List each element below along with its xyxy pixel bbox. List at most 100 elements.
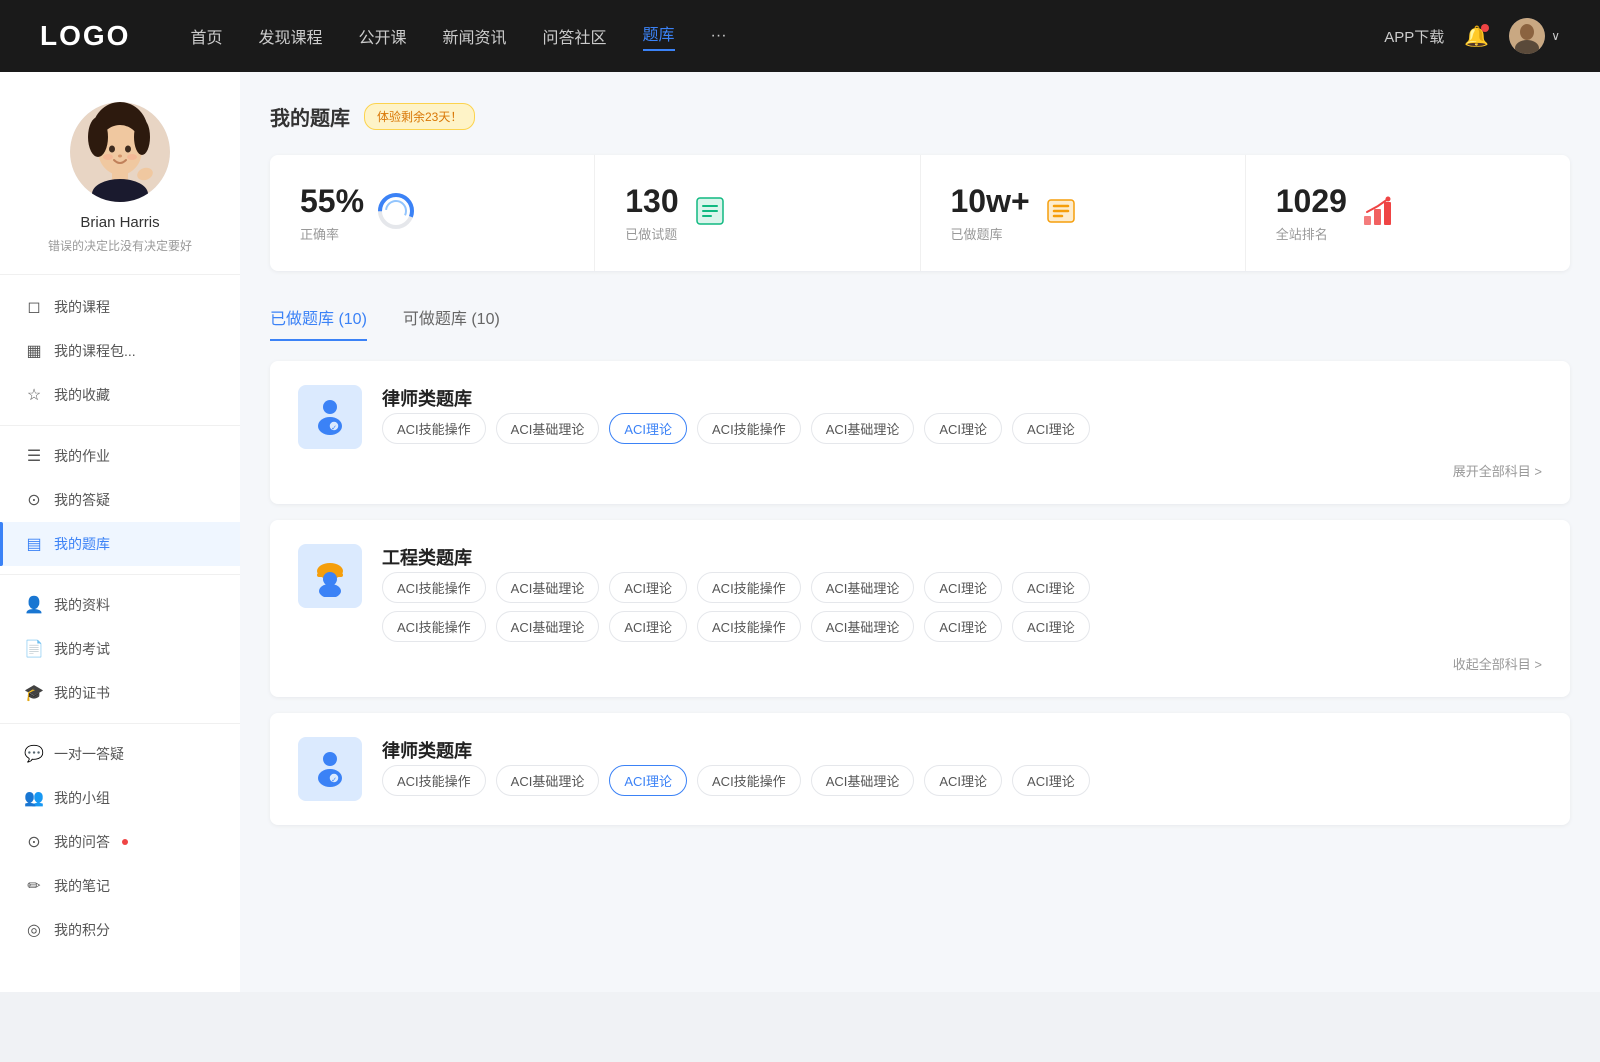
- l2-tag-4[interactable]: ACI基础理论: [811, 765, 915, 796]
- menu-divider-3: [0, 723, 240, 724]
- l2-tag-2-active[interactable]: ACI理论: [609, 765, 687, 796]
- eng-tag-r2-5[interactable]: ACI理论: [924, 611, 1002, 642]
- sidebar-item-homework[interactable]: ☰ 我的作业: [0, 434, 240, 478]
- tag-0[interactable]: ACI技能操作: [382, 413, 486, 444]
- nav-open-course[interactable]: 公开课: [358, 24, 406, 48]
- l2-tag-0[interactable]: ACI技能操作: [382, 765, 486, 796]
- my-course-icon: ◻: [24, 297, 44, 317]
- questions-badge: [122, 839, 128, 845]
- sidebar-menu: ◻ 我的课程 ▦ 我的课程包... ☆ 我的收藏 ☰ 我的作业 ⊙ 我的答疑 ▤: [0, 275, 240, 962]
- eng-tag-r2-6[interactable]: ACI理论: [1012, 611, 1090, 642]
- notification-bell[interactable]: 🔔: [1464, 24, 1489, 49]
- nav-more[interactable]: ···: [711, 27, 727, 45]
- sidebar-item-notes[interactable]: ✏ 我的笔记: [0, 864, 240, 908]
- sidebar-item-group[interactable]: 👥 我的小组: [0, 776, 240, 820]
- nav-news[interactable]: 新闻资讯: [443, 24, 507, 48]
- stat-banks-done: 10w+ 已做题库: [921, 155, 1246, 271]
- user-avatar-menu[interactable]: ∨: [1509, 18, 1560, 54]
- logo: LOGO: [40, 20, 130, 52]
- tabs-row: 已做题库 (10) 可做题库 (10): [270, 295, 1570, 341]
- homework-label: 我的作业: [54, 446, 110, 466]
- group-label: 我的小组: [54, 788, 110, 808]
- tag-1[interactable]: ACI基础理论: [496, 413, 600, 444]
- eng-tag-r2-4[interactable]: ACI基础理论: [811, 611, 915, 642]
- questions-label: 我的问答: [54, 832, 110, 852]
- nav-home[interactable]: 首页: [190, 24, 222, 48]
- questions-done-label: 已做试题: [625, 224, 678, 243]
- tab-todo[interactable]: 可做题库 (10): [403, 295, 500, 341]
- l2-tag-6[interactable]: ACI理论: [1012, 765, 1090, 796]
- page-header: 我的题库 体验剩余23天！: [270, 102, 1570, 131]
- qbank-engineer-title: 工程类题库: [382, 544, 1542, 570]
- qbank-lawyer-2-tags: ACI技能操作 ACI基础理论 ACI理论 ACI技能操作 ACI基础理论 AC…: [382, 765, 1542, 796]
- qbank-card-engineer: 工程类题库 ACI技能操作 ACI基础理论 ACI理论 ACI技能操作 ACI基…: [270, 520, 1570, 697]
- main-content: 我的题库 体验剩余23天！ 55% 正确率: [240, 72, 1600, 992]
- sidebar-item-my-collection[interactable]: ☆ 我的收藏: [0, 373, 240, 417]
- sidebar-item-profile[interactable]: 👤 我的资料: [0, 583, 240, 627]
- expand-link-1[interactable]: 展开全部科目 >: [1453, 461, 1542, 480]
- sidebar: Brian Harris 错误的决定比没有决定要好 ◻ 我的课程 ▦ 我的课程包…: [0, 72, 240, 992]
- 1on1-icon: 💬: [24, 744, 44, 764]
- sidebar-item-exam[interactable]: 📄 我的考试: [0, 627, 240, 671]
- nav-qbank[interactable]: 题库: [643, 21, 675, 51]
- eng-tag-5[interactable]: ACI理论: [924, 572, 1002, 603]
- profile-avatar: [70, 102, 170, 202]
- certificate-icon: 🎓: [24, 683, 44, 703]
- qbank-card-lawyer-1: ✓ 律师类题库 ACI技能操作 ACI基础理论 ACI理论 ACI技能操作 AC…: [270, 361, 1570, 504]
- l2-tag-1[interactable]: ACI基础理论: [496, 765, 600, 796]
- qbank-engineer-tags-row1: ACI技能操作 ACI基础理论 ACI理论 ACI技能操作 ACI基础理论 AC…: [382, 572, 1542, 603]
- qbank-lawyer-icon: ✓: [298, 385, 362, 449]
- tag-3[interactable]: ACI技能操作: [697, 413, 801, 444]
- certificate-label: 我的证书: [54, 683, 110, 703]
- l2-tag-5[interactable]: ACI理论: [924, 765, 1002, 796]
- sidebar-item-qbank[interactable]: ▤ 我的题库: [0, 522, 240, 566]
- eng-tag-3[interactable]: ACI技能操作: [697, 572, 801, 603]
- rank-label: 全站排名: [1276, 224, 1347, 243]
- page-title: 我的题库: [270, 102, 350, 131]
- sidebar-item-my-course[interactable]: ◻ 我的课程: [0, 285, 240, 329]
- eng-tag-r2-0[interactable]: ACI技能操作: [382, 611, 486, 642]
- eng-tag-1[interactable]: ACI基础理论: [496, 572, 600, 603]
- qbank-engineer-icon: [298, 544, 362, 608]
- sidebar-item-1on1[interactable]: 💬 一对一答疑: [0, 732, 240, 776]
- tag-4[interactable]: ACI基础理论: [811, 413, 915, 444]
- qbank-engineer-tags-row2: ACI技能操作 ACI基础理论 ACI理论 ACI技能操作 ACI基础理论 AC…: [382, 611, 1542, 642]
- tag-6[interactable]: ACI理论: [1012, 413, 1090, 444]
- points-icon: ◎: [24, 920, 44, 940]
- accuracy-value: 55%: [300, 183, 364, 220]
- qa-icon: ⊙: [24, 490, 44, 510]
- svg-text:✓: ✓: [331, 777, 337, 784]
- tag-5[interactable]: ACI理论: [924, 413, 1002, 444]
- profile-motto: 错误的决定比没有决定要好: [48, 237, 192, 254]
- eng-tag-0[interactable]: ACI技能操作: [382, 572, 486, 603]
- sidebar-item-my-qa[interactable]: ⊙ 我的答疑: [0, 478, 240, 522]
- nav-discover[interactable]: 发现课程: [258, 24, 322, 48]
- tab-done[interactable]: 已做题库 (10): [270, 295, 367, 341]
- sidebar-item-my-course-pack[interactable]: ▦ 我的课程包...: [0, 329, 240, 373]
- sidebar-item-my-questions[interactable]: ⊙ 我的问答: [0, 820, 240, 864]
- accuracy-label: 正确率: [300, 224, 364, 243]
- eng-tag-2[interactable]: ACI理论: [609, 572, 687, 603]
- app-download-link[interactable]: APP下载: [1384, 26, 1444, 47]
- profile-icon: 👤: [24, 595, 44, 615]
- navbar-right: APP下载 🔔 ∨: [1384, 18, 1560, 54]
- collection-label: 我的收藏: [54, 385, 110, 405]
- tag-2-active[interactable]: ACI理论: [609, 413, 687, 444]
- nav-qa[interactable]: 问答社区: [543, 24, 607, 48]
- svg-text:✓: ✓: [331, 425, 337, 432]
- collapse-link[interactable]: 收起全部科目 >: [1453, 654, 1542, 673]
- eng-tag-4[interactable]: ACI基础理论: [811, 572, 915, 603]
- banks-done-value: 10w+: [951, 183, 1030, 220]
- points-label: 我的积分: [54, 920, 110, 940]
- eng-tag-r2-2[interactable]: ACI理论: [609, 611, 687, 642]
- sidebar-item-certificate[interactable]: 🎓 我的证书: [0, 671, 240, 715]
- l2-tag-3[interactable]: ACI技能操作: [697, 765, 801, 796]
- eng-tag-r2-3[interactable]: ACI技能操作: [697, 611, 801, 642]
- eng-tag-6[interactable]: ACI理论: [1012, 572, 1090, 603]
- sidebar-item-points[interactable]: ◎ 我的积分: [0, 908, 240, 952]
- banks-done-label: 已做题库: [951, 224, 1030, 243]
- eng-tag-r2-1[interactable]: ACI基础理论: [496, 611, 600, 642]
- questions-done-icon: [693, 194, 727, 233]
- trial-badge: 体验剩余23天！: [364, 103, 475, 130]
- navbar: LOGO 首页 发现课程 公开课 新闻资讯 问答社区 题库 ··· APP下载 …: [0, 0, 1600, 72]
